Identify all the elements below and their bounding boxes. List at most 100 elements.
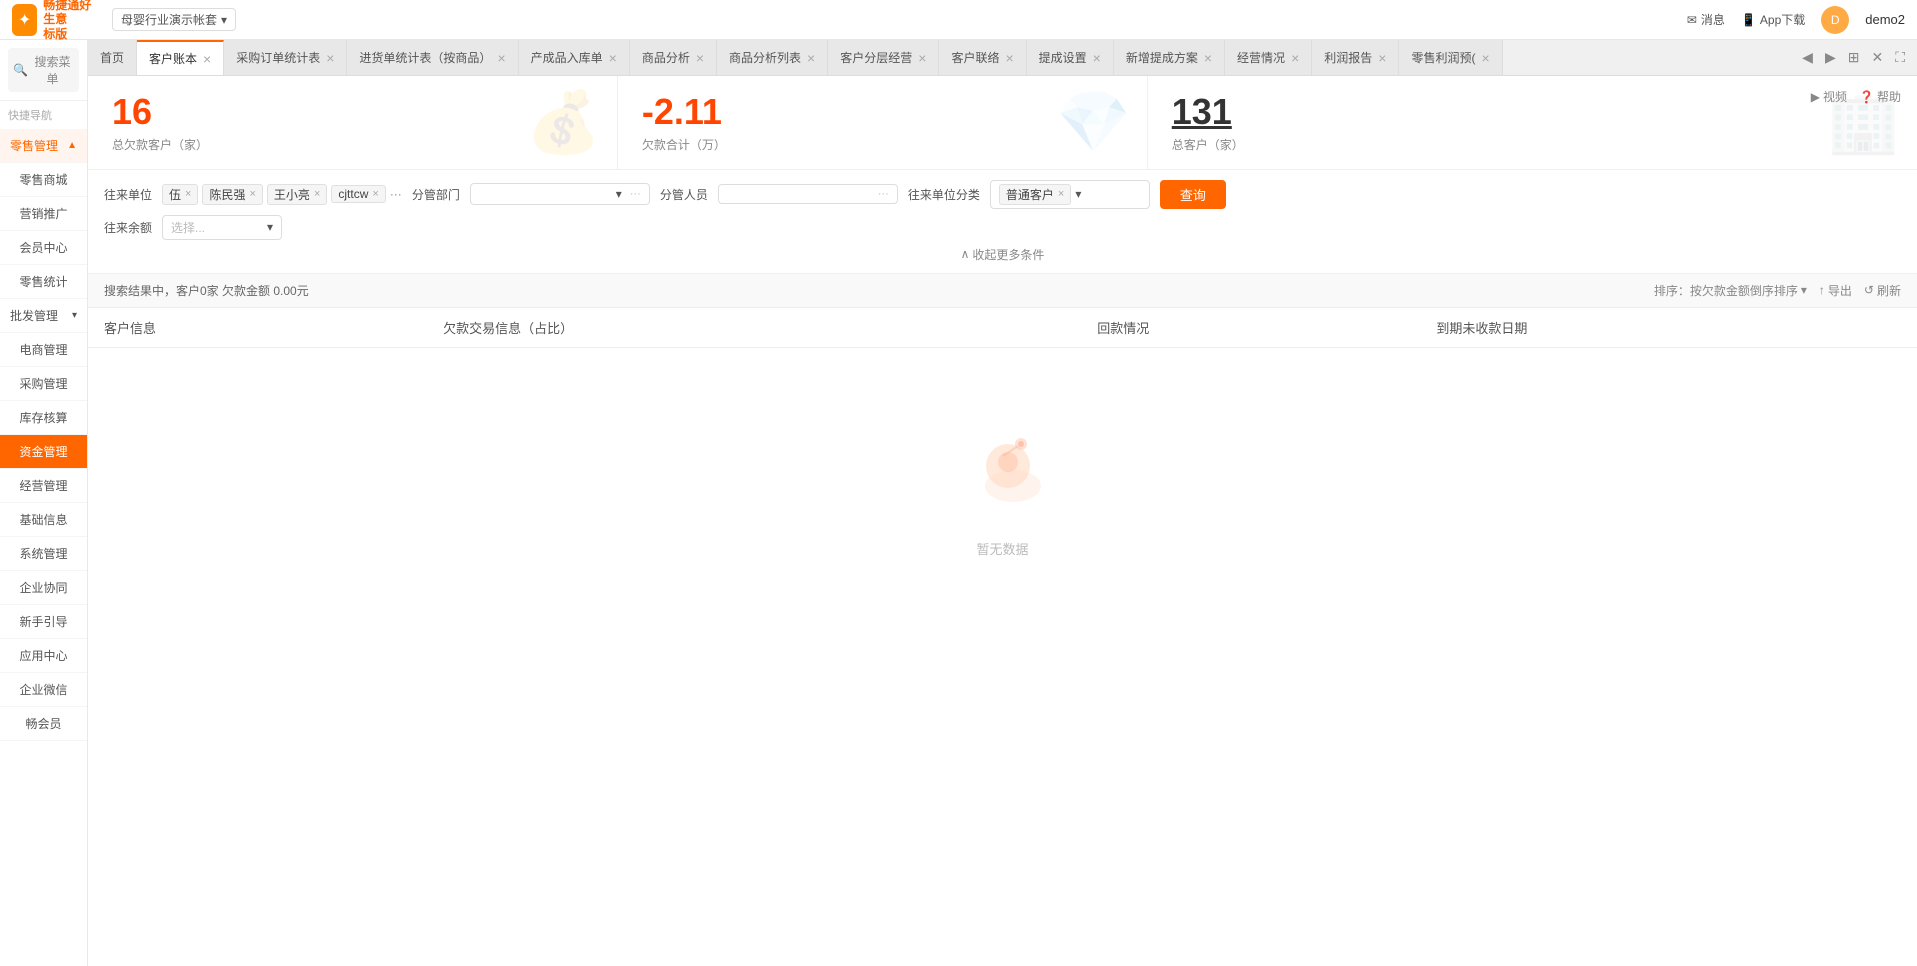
tab-inbound-stats[interactable]: 进货单统计表（按商品） × (347, 40, 518, 75)
summary-card-customers: 16 总欠款客户（家） 💰 (88, 76, 618, 169)
tab-new-commission[interactable]: 新增提成方案 × (1114, 40, 1225, 75)
debt-total-label: 欠款合计（万） (642, 136, 726, 153)
search-menu-button[interactable]: 🔍 搜索菜单 (8, 48, 79, 92)
tab-close-icon[interactable]: × (1378, 51, 1386, 65)
sidebar-item-retail-mall[interactable]: 零售商城 (0, 163, 87, 197)
summary-bar: 16 总欠款客户（家） 💰 -2.11 欠款合计（万） 💎 131 总客户（家）… (88, 76, 1917, 170)
tab-close-icon[interactable]: × (918, 51, 926, 65)
tab-customer-contact[interactable]: 客户联络 × (939, 40, 1026, 75)
chevron-up-icon: ∧ (961, 247, 970, 261)
remove-tag-cjttcw[interactable]: × (372, 188, 378, 200)
sort-select[interactable]: 排序：按欠款金额倒序排序 ▾ (1654, 282, 1807, 299)
tab-close-icon[interactable]: × (497, 51, 505, 65)
tab-product-analysis[interactable]: 商品分析 × (630, 40, 717, 75)
empty-icon (958, 428, 1048, 527)
collapse-filter-button[interactable]: ∧ 收起更多条件 (961, 246, 1045, 263)
sidebar-item-enterprise-collab[interactable]: 企业协同 (0, 571, 87, 605)
tab-retail-profit[interactable]: 零售利润预( × (1399, 40, 1502, 75)
sidebar-item-retail-mgmt[interactable]: 零售管理 ▲ (0, 129, 87, 163)
tab-close-icon[interactable]: × (326, 51, 334, 65)
tab-customer-ledger[interactable]: 客户账本 × (137, 40, 224, 75)
tab-close-icon[interactable]: × (696, 51, 704, 65)
home-tab[interactable]: 首页 (88, 40, 137, 75)
dept-filter-select[interactable]: ▾ ··· (470, 183, 650, 205)
sidebar-item-purchase[interactable]: 采购管理 (0, 367, 87, 401)
remove-tag-wu[interactable]: × (185, 188, 191, 200)
sidebar-item-member-center[interactable]: 会员中心 (0, 231, 87, 265)
help-link[interactable]: ❓ 帮助 (1859, 88, 1901, 105)
sidebar-item-system-mgmt[interactable]: 系统管理 (0, 537, 87, 571)
summary-card-debt-total: -2.11 欠款合计（万） 💎 (618, 76, 1148, 169)
tab-product-analysis-list[interactable]: 商品分析列表 × (717, 40, 828, 75)
filter-tag-chen: 陈民强 × (202, 184, 262, 205)
query-button[interactable]: 查询 (1160, 180, 1226, 209)
sidebar-item-basic-info[interactable]: 基础信息 (0, 503, 87, 537)
sidebar-item-operation-mgmt[interactable]: 经营管理 (0, 469, 87, 503)
filter-tag-cjttcw: cjttcw × (331, 185, 385, 203)
sidebar-item-member[interactable]: 畅会员 (0, 707, 87, 741)
top-right-actions: ▶ 视频 ❓ 帮助 (1811, 88, 1901, 105)
remove-tag-wang[interactable]: × (314, 188, 320, 200)
topbar: ✦ 畅捷通好生意 标版 母婴行业演示帐套 ▾ ✉ 消息 📱 App下载 D de… (0, 0, 1917, 40)
filter-tag-wang: 王小亮 × (267, 184, 327, 205)
dept-filter-label: 分管部门 (412, 186, 460, 203)
tab-close-icon[interactable]: × (1291, 51, 1299, 65)
filter-bar: 往来单位 伍 × 陈民强 × 王小亮 (88, 170, 1917, 274)
sidebar-search-section: 🔍 搜索菜单 (0, 40, 87, 101)
refresh-button[interactable]: ↺ 刷新 (1864, 282, 1901, 299)
tab-close-icon[interactable]: × (203, 52, 211, 66)
sidebar-item-beginner-guide[interactable]: 新手引导 (0, 605, 87, 639)
sidebar: 🔍 搜索菜单 快捷导航 零售管理 ▲ 零售商城 营销推广 会员中心 零售统计 批… (0, 40, 88, 966)
chevron-icon: ▲ (67, 140, 77, 151)
tab-close-icon[interactable]: × (1005, 51, 1013, 65)
balance-filter-label: 往来余额 (104, 219, 152, 236)
sort-label: 排序：按欠款金额倒序排序 (1654, 282, 1798, 299)
remove-classify-tag[interactable]: × (1058, 188, 1064, 200)
tab-maximize-button[interactable]: ⛶ (1891, 47, 1909, 68)
sidebar-item-retail-stats[interactable]: 零售统计 (0, 265, 87, 299)
tab-close-icon[interactable]: × (609, 51, 617, 65)
tab-profit-report[interactable]: 利润报告 × (1312, 40, 1399, 75)
app-download-button[interactable]: 📱 App下载 (1741, 11, 1805, 28)
result-info: 搜索结果中，客户0家 欠款金额 0.00元 (104, 282, 309, 299)
message-button[interactable]: ✉ 消息 (1687, 11, 1725, 28)
tab-menu-button[interactable]: ⊞ (1844, 47, 1864, 68)
tab-purchase-order-stats[interactable]: 采购订单统计表 × (224, 40, 347, 75)
sidebar-item-app-center[interactable]: 应用中心 (0, 639, 87, 673)
video-link[interactable]: ▶ 视频 (1811, 88, 1847, 105)
tab-close-icon[interactable]: × (1204, 51, 1212, 65)
balance-filter-select[interactable]: 选择... ▾ (162, 215, 282, 240)
sidebar-item-capital-mgmt[interactable]: 资金管理 (0, 435, 87, 469)
tab-commission-settings[interactable]: 提成设置 × (1027, 40, 1114, 75)
sidebar-item-marketing[interactable]: 营销推广 (0, 197, 87, 231)
data-table: 客户信息 欠款交易信息（占比） 回款情况 到期未收款日期 (88, 308, 1917, 348)
sidebar-item-ecommerce[interactable]: 电商管理 (0, 333, 87, 367)
person-filter-select[interactable]: ··· (718, 184, 898, 204)
tab-close-all-button[interactable]: ✕ (1867, 47, 1887, 68)
more-tags-button[interactable]: ··· (390, 187, 402, 201)
tab-close-icon[interactable]: × (1481, 51, 1489, 65)
sidebar-item-inventory[interactable]: 库存核算 (0, 401, 87, 435)
empty-state: 暂无数据 (88, 348, 1917, 638)
chevron-down-icon: ▾ (616, 187, 622, 201)
result-actions: 排序：按欠款金额倒序排序 ▾ ↑ 导出 ↺ 刷新 (1654, 282, 1901, 299)
username-label[interactable]: demo2 (1865, 12, 1905, 27)
tab-customer-segmentation[interactable]: 客户分层经营 × (828, 40, 939, 75)
tab-bar: 首页 客户账本 × 采购订单统计表 × 进货单统计表（按商品） × 产成品入库单… (88, 40, 1917, 76)
main-layout: 🔍 搜索菜单 快捷导航 零售管理 ▲ 零售商城 营销推广 会员中心 零售统计 批… (0, 40, 1917, 966)
tab-next-button[interactable]: ▶ (1821, 47, 1840, 68)
export-button[interactable]: ↑ 导出 (1819, 282, 1852, 299)
help-icon: ❓ (1859, 90, 1874, 104)
tab-finished-goods[interactable]: 产成品入库单 × (519, 40, 630, 75)
remove-tag-chen[interactable]: × (249, 188, 255, 200)
sidebar-item-enterprise-wechat[interactable]: 企业微信 (0, 673, 87, 707)
logo-icon: ✦ (12, 4, 37, 36)
tab-close-icon[interactable]: × (1093, 51, 1101, 65)
store-selector[interactable]: 母婴行业演示帐套 ▾ (112, 8, 236, 31)
tab-close-icon[interactable]: × (807, 51, 815, 65)
classify-filter-select[interactable]: 普通客户 × ▾ (990, 180, 1150, 209)
tab-prev-button[interactable]: ◀ (1798, 47, 1817, 68)
filter-tag-ordinary: 普通客户 × (999, 184, 1071, 205)
sidebar-item-wholesale-mgmt[interactable]: 批发管理 ▾ (0, 299, 87, 333)
tab-operation-status[interactable]: 经营情况 × (1225, 40, 1312, 75)
